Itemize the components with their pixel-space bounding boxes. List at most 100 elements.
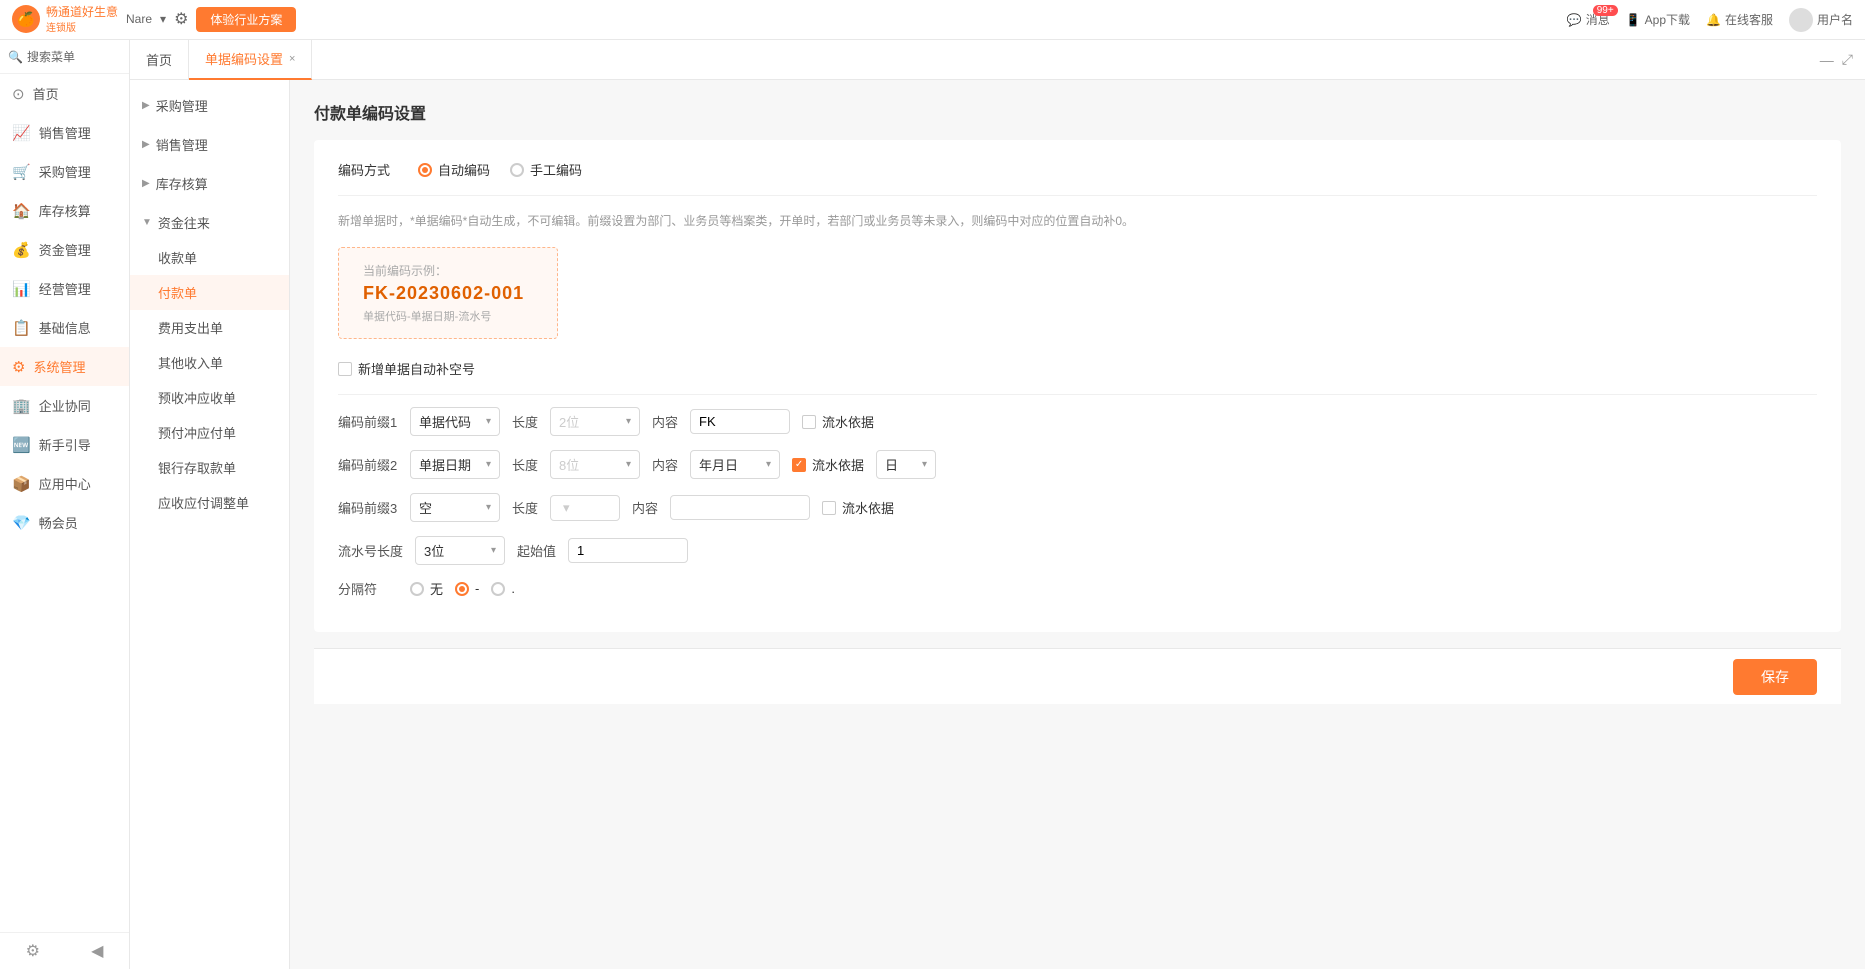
sidebar-item-system[interactable]: ⚙ 系统管理 [0,347,129,386]
auto-code-radio[interactable] [418,163,432,177]
save-button[interactable]: 保存 [1733,659,1817,695]
serial-length-select[interactable]: 3位 ▾ [415,536,505,565]
sep-dash-option[interactable]: - [455,581,479,596]
sec-group-inventory: ▶ 库存核算 [130,166,289,201]
settings-icon[interactable]: ⚙ [174,9,188,29]
auto-fill-checkbox[interactable] [338,362,352,376]
arrow-icon: ▶ [142,100,150,111]
promo-button[interactable]: 体验行业方案 [196,7,296,32]
auto-code-option[interactable]: 自动编码 [418,160,490,179]
sec-group-inventory-title[interactable]: ▶ 库存核算 [130,166,289,201]
sidebar-item-operation[interactable]: 📊 经营管理 [0,269,129,308]
sidebar-item-sales[interactable]: 📈 销售管理 [0,113,129,152]
serial1-checkbox[interactable] [802,415,816,429]
encode-method-row: 编码方式 自动编码 手工编码 [338,160,1817,196]
serial3-checkbox[interactable] [822,501,836,515]
user-avatar[interactable]: 用户名 [1789,8,1853,32]
serial2-unit-select[interactable]: 日 ▾ [876,450,936,479]
sec-group-finance: ▼ 资金往来 收款单 付款单 费用支出单 其他收入单 预收冲应收单 预付冲应付单… [130,205,289,520]
sec-leaf-payment[interactable]: 付款单 [130,275,289,310]
serial-length-label: 流水号长度 [338,541,403,560]
prefix1-select[interactable]: 单据代码 ▾ [410,407,500,436]
prefix2-select[interactable]: 单据日期 ▾ [410,450,500,479]
length1-label: 长度 [512,412,538,431]
sidebar-search[interactable]: 🔍 搜索菜单 [0,40,129,74]
logo-icon: 🍊 [12,5,40,33]
sidebar-item-inventory[interactable]: 🏠 库存核算 [0,191,129,230]
tab-encode-settings[interactable]: 单据编码设置 × [189,40,312,80]
secondary-sidebar: ▶ 采购管理 ▶ 销售管理 ▶ 库存核算 [130,80,290,969]
prefix2-value: 单据日期 [419,455,471,474]
sidebar-collapse-icon[interactable]: ◀ [91,941,103,961]
code-preview-box: 当前编码示例： FK-20230602-001 单据代码-单据日期-流水号 [338,247,558,339]
sidebar-item-purchase[interactable]: 🛒 采购管理 [0,152,129,191]
content3-input[interactable] [670,495,810,520]
tab-home[interactable]: 首页 [130,40,189,80]
message-icon: 💬 [1567,13,1582,27]
manual-code-option[interactable]: 手工编码 [510,160,582,179]
length3-label: 长度 [512,498,538,517]
encode-method-label: 编码方式 [338,160,390,179]
content2-select[interactable]: 年月日 ▾ [690,450,780,479]
sidebar-item-enterprise[interactable]: 🏢 企业协同 [0,386,129,425]
sec-group-finance-title[interactable]: ▼ 资金往来 [130,205,289,240]
serial-length-row: 流水号长度 3位 ▾ 起始值 [338,536,1817,565]
content1-input[interactable] [690,409,790,434]
arrow-icon: ▶ [142,178,150,189]
nav-text: Nare [126,12,152,26]
tab-maximize-icon[interactable]: ⤢ [1842,51,1853,68]
sep-dot-option[interactable]: . [491,581,515,596]
content-area: 首页 单据编码设置 × — ⤢ ▶ 采购管理 [130,40,1865,969]
sidebar-item-finance[interactable]: 💰 资金管理 [0,230,129,269]
sec-leaf-bank[interactable]: 银行存取款单 [130,450,289,485]
sep-none-option[interactable]: 无 [410,579,443,598]
sec-group-purchase-title[interactable]: ▶ 采购管理 [130,88,289,123]
serial-length-value: 3位 [424,541,444,560]
finance-icon: 💰 [12,241,31,259]
auto-fill-row: 新增单据自动补空号 [338,359,1817,378]
operation-icon: 📊 [12,280,31,298]
sidebar-item-guide[interactable]: 🆕 新手引导 [0,425,129,464]
length3-select[interactable]: ▾ [550,495,620,521]
length2-select[interactable]: 8位 ▾ [550,450,640,479]
sep-dash-radio[interactable] [455,582,469,596]
arrow-down-icon: ▼ [142,217,152,228]
manual-code-radio[interactable] [510,163,524,177]
sec-leaf-receipt[interactable]: 收款单 [130,240,289,275]
serial2-label: 流水依据 [812,455,864,474]
sec-leaf-prepay-receive[interactable]: 预收冲应收单 [130,380,289,415]
sidebar-item-basic[interactable]: 📋 基础信息 [0,308,129,347]
sidebar-item-member[interactable]: 💎 畅会员 [0,503,129,542]
length1-arrow-icon: ▾ [626,416,631,427]
prefix3-select[interactable]: 空 ▾ [410,493,500,522]
sep-dot-radio[interactable] [491,582,505,596]
purchase-icon: 🛒 [12,163,31,181]
sec-leaf-prepay-pay[interactable]: 预付冲应付单 [130,415,289,450]
length1-select[interactable]: 2位 ▾ [550,407,640,436]
online-service-button[interactable]: 🔔 在线客服 [1706,11,1773,28]
app-logo: 🍊 畅通道好生意 连锁版 [12,5,118,34]
nav-arrow-icon[interactable]: ▾ [160,12,166,26]
serial2-checkbox[interactable] [792,458,806,472]
sec-leaf-reconcile[interactable]: 应收应付调整单 [130,485,289,520]
sec-leaf-other-income[interactable]: 其他收入单 [130,345,289,380]
sales-icon: 📈 [12,124,31,142]
tab-minimize-icon[interactable]: — [1820,52,1834,68]
sep-none-radio[interactable] [410,582,424,596]
search-icon: 🔍 [8,50,23,64]
app-download-button[interactable]: 📱 App下载 [1626,11,1690,28]
home-icon: ⊙ [12,85,25,103]
start-value-input[interactable] [568,538,688,563]
length2-arrow-icon: ▾ [626,459,631,470]
sec-leaf-expense[interactable]: 费用支出单 [130,310,289,345]
serial2-unit-value: 日 [885,455,898,474]
message-button[interactable]: 💬 消息 99+ [1567,11,1610,28]
serial1-group: 流水依据 [802,412,874,431]
sidebar-item-appstore[interactable]: 📦 应用中心 [0,464,129,503]
enterprise-icon: 🏢 [12,397,31,415]
tab-bar: 首页 单据编码设置 × — ⤢ [130,40,1865,80]
sidebar-settings-icon[interactable]: ⚙ [26,941,40,961]
sidebar-item-home[interactable]: ⊙ 首页 [0,74,129,113]
sec-group-sales-title[interactable]: ▶ 销售管理 [130,127,289,162]
tab-close-icon[interactable]: × [289,53,295,65]
